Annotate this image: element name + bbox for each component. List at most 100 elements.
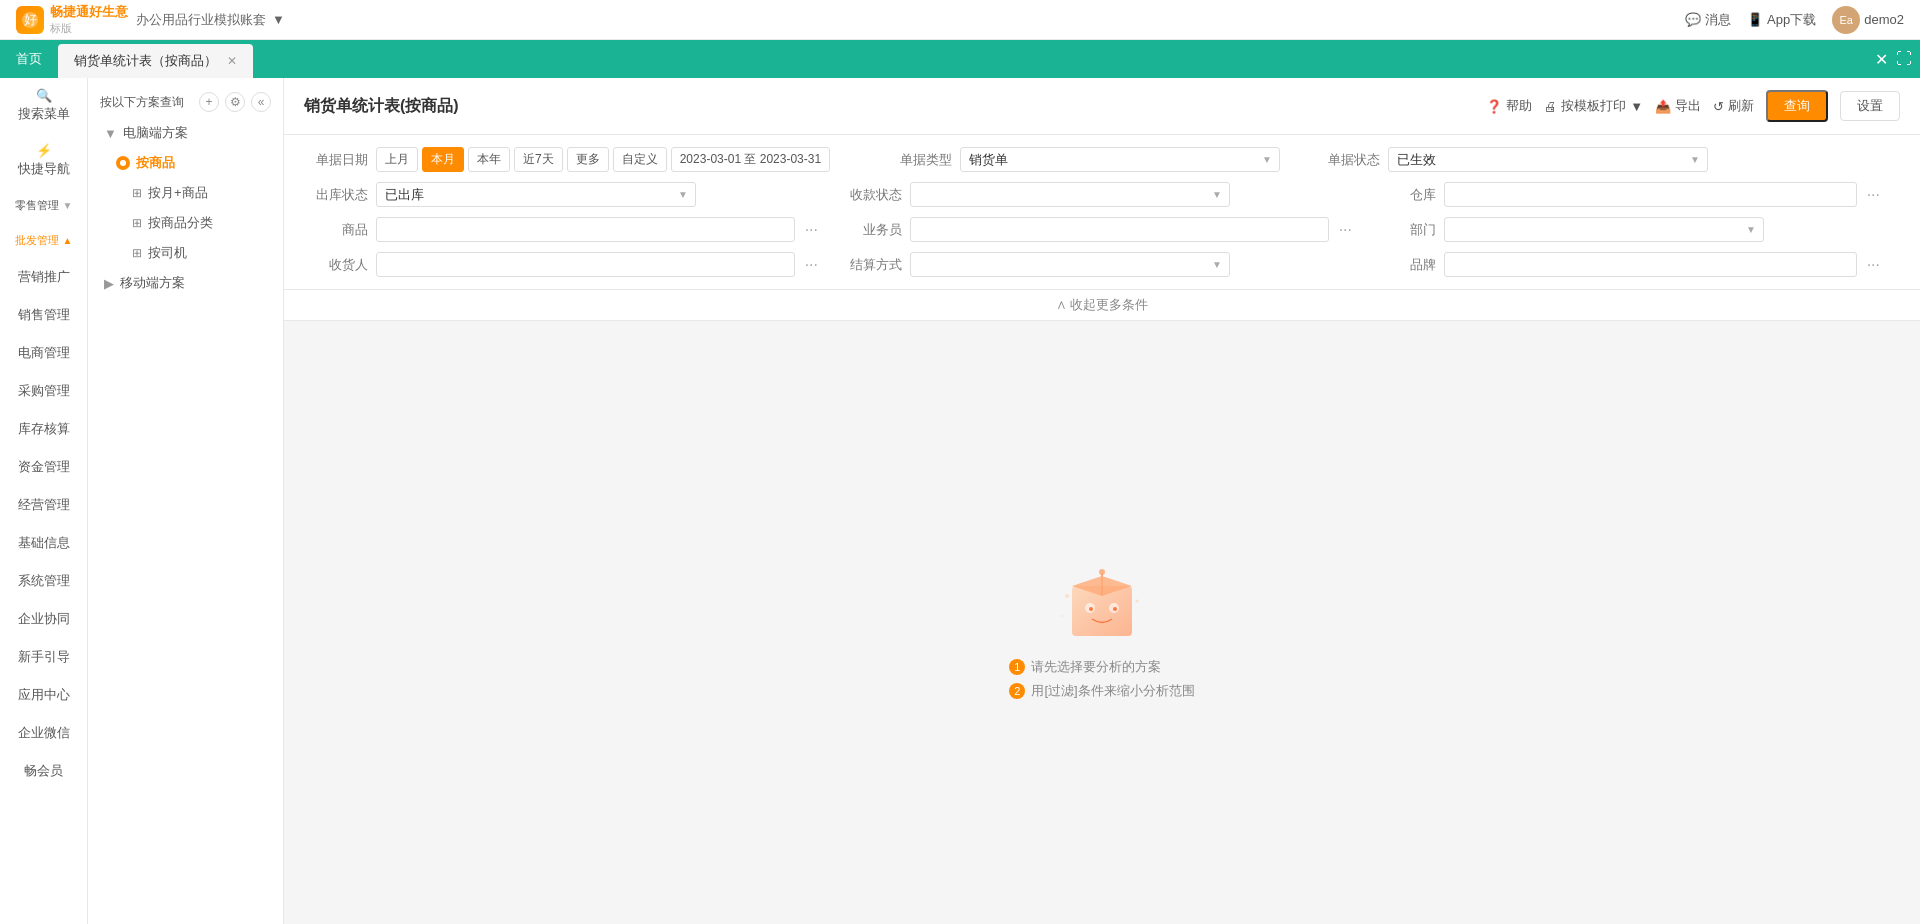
- collapse-panel-btn[interactable]: «: [251, 92, 271, 112]
- tree-expand-icon: ▼: [104, 126, 117, 141]
- tab-close-btn[interactable]: ✕: [227, 54, 237, 68]
- tab-report[interactable]: 销货单统计表（按商品） ✕: [58, 44, 253, 78]
- user-profile[interactable]: Ea demo2: [1832, 6, 1904, 34]
- query-btn[interactable]: 查询: [1766, 90, 1828, 122]
- empty-tips: 1 请先选择要分析的方案 2 用[过滤]条件来缩小分析范围: [1009, 658, 1194, 700]
- warehouse-control: ···: [1444, 182, 1884, 207]
- page-header-top: 销货单统计表(按商品) ❓ 帮助 🖨 按模板打印 ▼ 📤: [304, 90, 1900, 122]
- salesperson-input[interactable]: [910, 217, 1329, 242]
- page-title: 销货单统计表(按商品): [304, 96, 459, 117]
- payment-select[interactable]: [910, 252, 1230, 277]
- empty-tip-1-text: 请先选择要分析的方案: [1031, 658, 1161, 676]
- more-date-btn[interactable]: 更多: [567, 147, 609, 172]
- brand-label: 品牌: [1372, 256, 1444, 274]
- current-year-btn[interactable]: 本年: [468, 147, 510, 172]
- refresh-icon: ↺: [1713, 99, 1724, 114]
- sidebar-quick-nav[interactable]: ⚡ 快捷导航: [0, 133, 87, 188]
- payment-control: ▼: [910, 252, 1356, 277]
- doc-type-select[interactable]: 销货单: [960, 147, 1280, 172]
- doc-status-select-wrapper[interactable]: 已生效 ▼: [1388, 147, 1708, 172]
- dept-select[interactable]: [1444, 217, 1764, 242]
- payment-select-wrapper[interactable]: ▼: [910, 252, 1230, 277]
- last-month-btn[interactable]: 上月: [376, 147, 418, 172]
- sidebar-item-basic[interactable]: 基础信息: [0, 524, 87, 562]
- industry-selector[interactable]: 办公用品行业模拟账套 ▼: [136, 11, 285, 29]
- empty-tip-2-text: 用[过滤]条件来缩小分析范围: [1031, 682, 1194, 700]
- sidebar-item-wechat[interactable]: 企业微信: [0, 714, 87, 752]
- sidebar-item-newbie[interactable]: 新手引导: [0, 638, 87, 676]
- sidebar-item-inventory[interactable]: 库存核算: [0, 410, 87, 448]
- logo-icon: 好: [16, 6, 44, 34]
- sidebar-item-finance[interactable]: 资金管理: [0, 448, 87, 486]
- pay-status-label: 收款状态: [838, 186, 910, 204]
- out-status-select-wrapper[interactable]: 已出库 ▼: [376, 182, 696, 207]
- dept-select-wrapper[interactable]: ▼: [1444, 217, 1764, 242]
- doc-type-select-wrapper[interactable]: 销货单 ▼: [960, 147, 1280, 172]
- refresh-btn[interactable]: ↺ 刷新: [1713, 97, 1754, 115]
- sidebar-item-sales[interactable]: 销售管理: [0, 296, 87, 334]
- collapse-bar[interactable]: ∧ 收起更多条件: [284, 290, 1920, 321]
- out-status-select[interactable]: 已出库: [376, 182, 696, 207]
- sidebar-item-member[interactable]: 畅会员: [0, 752, 87, 790]
- pay-status-select-wrapper[interactable]: ▼: [910, 182, 1230, 207]
- add-scheme-btn[interactable]: +: [199, 92, 219, 112]
- sidebar-item-ecommerce[interactable]: 电商管理: [0, 334, 87, 372]
- mobile-icon: 📱: [1747, 12, 1763, 27]
- sidebar-item-wholesale[interactable]: 批发管理 ▲: [0, 223, 87, 258]
- industry-label: 办公用品行业模拟账套: [136, 11, 266, 29]
- sidebar-item-retail[interactable]: 零售管理 ▼: [0, 188, 87, 223]
- settings-btn[interactable]: 设置: [1840, 91, 1900, 121]
- salesperson-label: 业务员: [838, 221, 910, 239]
- brand-dots-btn[interactable]: ···: [1863, 256, 1884, 274]
- tab-fullscreen-btn[interactable]: ⛶: [1896, 50, 1912, 68]
- tree-item-by-month-product[interactable]: ⊞ 按月+商品: [88, 178, 283, 208]
- left-panel-header: 按以下方案查询 + ⚙ «: [88, 86, 283, 118]
- doc-status-select[interactable]: 已生效: [1388, 147, 1708, 172]
- salesperson-control: ···: [910, 217, 1356, 242]
- tab-close-window-btn[interactable]: ✕: [1875, 50, 1888, 69]
- sidebar-item-marketing[interactable]: 营销推广: [0, 258, 87, 296]
- print-arrow-icon: ▼: [1630, 99, 1643, 114]
- message-btn[interactable]: 💬 消息: [1685, 11, 1731, 29]
- product-dots-btn[interactable]: ···: [801, 221, 822, 239]
- current-month-btn[interactable]: 本月: [422, 147, 464, 172]
- export-btn[interactable]: 📤 导出: [1655, 97, 1701, 115]
- sidebar: 🔍 搜索菜单 ⚡ 快捷导航 零售管理 ▼ 批发管理 ▲ 营销推广 销售管理 电商…: [0, 78, 88, 924]
- receiver-dots-btn[interactable]: ···: [801, 256, 822, 274]
- salesperson-dots-btn[interactable]: ···: [1335, 221, 1356, 239]
- scheme-settings-btn[interactable]: ⚙: [225, 92, 245, 112]
- pay-status-select[interactable]: [910, 182, 1230, 207]
- sidebar-item-apps[interactable]: 应用中心: [0, 676, 87, 714]
- product-input[interactable]: [376, 217, 795, 242]
- last-7-days-btn[interactable]: 近7天: [514, 147, 563, 172]
- help-btn[interactable]: ❓ 帮助: [1486, 97, 1532, 115]
- sidebar-search[interactable]: 🔍 搜索菜单: [0, 78, 87, 133]
- right-panel: 销货单统计表(按商品) ❓ 帮助 🖨 按模板打印 ▼ 📤: [284, 78, 1920, 924]
- brand-input[interactable]: [1444, 252, 1857, 277]
- app-download-btn[interactable]: 📱 App下载: [1747, 11, 1816, 29]
- sidebar-item-purchase[interactable]: 采购管理: [0, 372, 87, 410]
- receiver-label: 收货人: [304, 256, 376, 274]
- tree-mobile-schemes[interactable]: ▶ 移动端方案: [88, 268, 283, 298]
- dropdown-icon[interactable]: ▼: [272, 12, 285, 27]
- tab-home[interactable]: 首页: [0, 40, 58, 78]
- tree-item-by-category[interactable]: ⊞ 按商品分类: [88, 208, 283, 238]
- custom-date-btn[interactable]: 自定义: [613, 147, 667, 172]
- logo-text: 畅捷通好生意 标版: [50, 3, 128, 36]
- warehouse-dots-btn[interactable]: ···: [1863, 186, 1884, 204]
- top-bar-left: 好 畅捷通好生意 标版 办公用品行业模拟账套 ▼: [16, 3, 285, 36]
- sidebar-item-enterprise[interactable]: 企业协同: [0, 600, 87, 638]
- template-print-btn[interactable]: 🖨 按模板打印 ▼: [1544, 97, 1643, 115]
- empty-illustration: [1052, 546, 1152, 646]
- doc-status-control: 已生效 ▼: [1388, 147, 1884, 172]
- filter-row-4: 收货人 ··· 结算方式 ▼ 品牌: [304, 252, 1900, 277]
- scheme-grid2-icon: ⊞: [132, 216, 142, 230]
- sidebar-item-operation[interactable]: 经营管理: [0, 486, 87, 524]
- receiver-input[interactable]: [376, 252, 795, 277]
- tree-item-by-machine[interactable]: ⊞ 按司机: [88, 238, 283, 268]
- warehouse-input[interactable]: [1444, 182, 1857, 207]
- tree-item-by-product[interactable]: 按商品: [88, 148, 283, 178]
- sidebar-search-label: 搜索菜单: [18, 105, 70, 123]
- tree-pc-schemes[interactable]: ▼ 电脑端方案: [88, 118, 283, 148]
- sidebar-item-system[interactable]: 系统管理: [0, 562, 87, 600]
